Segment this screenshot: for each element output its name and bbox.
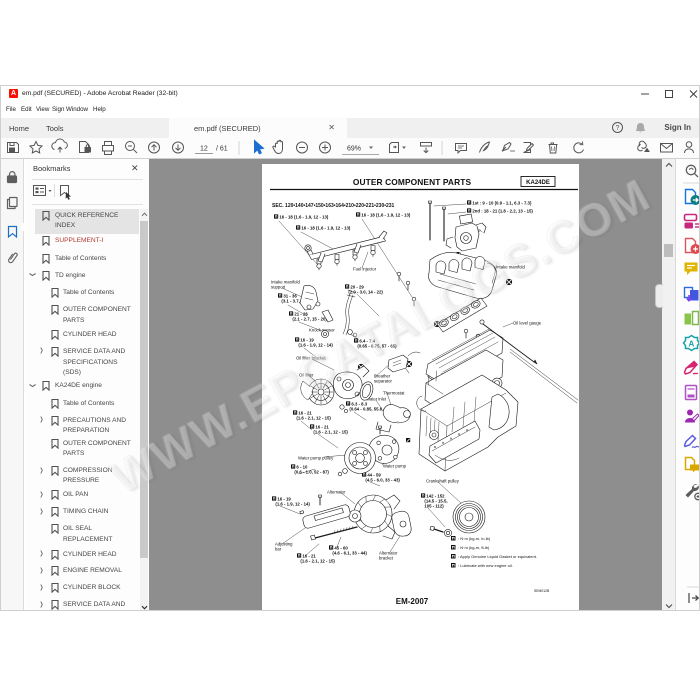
- svg-text:(2.1 - 2.7, 15 - 20): (2.1 - 2.7, 15 - 20): [292, 317, 327, 322]
- svg-text:separator: separator: [374, 378, 393, 383]
- svg-text:Alternator: Alternator: [327, 489, 346, 494]
- svg-text:KA24DE: KA24DE: [526, 180, 550, 186]
- svg-text:Fuel injector: Fuel injector: [353, 266, 377, 271]
- svg-text:Oil level gauge: Oil level gauge: [513, 320, 542, 325]
- svg-text:OUTER COMPONENT PARTS: OUTER COMPONENT PARTS: [353, 177, 472, 187]
- svg-text:(1.6 - 2.1, 12 - 15): (1.6 - 2.1, 12 - 15): [300, 559, 335, 564]
- svg-text:: Apply Genuine Liquid Gasket: : Apply Genuine Liquid Gasket or equival…: [458, 554, 537, 559]
- svg-text:SEM012B: SEM012B: [534, 589, 550, 593]
- svg-text:(4.6 - 6.1, 33 - 44): (4.6 - 6.1, 33 - 44): [332, 551, 367, 556]
- svg-text:(1.6 - 2.1, 12 - 15): (1.6 - 2.1, 12 - 15): [313, 430, 348, 435]
- svg-text:A: A: [689, 340, 695, 349]
- svg-text:(1.6 - 2.1, 12 - 15): (1.6 - 2.1, 12 - 15): [296, 416, 331, 421]
- svg-text:69%: 69%: [347, 146, 361, 153]
- svg-text:SEC. 120•140•147•150•163•164•2: SEC. 120•140•147•150•163•164•210•220•221…: [272, 203, 395, 209]
- svg-text:16 - 18 (1.6 - 1.9, 12 - 13): 16 - 18 (1.6 - 1.9, 12 - 13): [279, 215, 329, 220]
- svg-text:: Lubricate with new engine oi: : Lubricate with new engine oil.: [458, 563, 513, 568]
- svg-text:Water pump pulley: Water pump pulley: [298, 455, 334, 460]
- svg-text:bracket: bracket: [379, 555, 394, 560]
- svg-text:Crankshaft pulley: Crankshaft pulley: [426, 478, 460, 483]
- svg-text:/ 61: / 61: [216, 146, 228, 153]
- svg-text:1st : 9 - 10 (0.9 - 1.1, 6.3 -: 1st : 9 - 10 (0.9 - 1.1, 6.3 - 7.3): [472, 201, 532, 206]
- svg-text:(4.5 - 6.0, 33 - 43): (4.5 - 6.0, 33 - 43): [365, 478, 400, 483]
- svg-text:Water pump: Water pump: [383, 463, 407, 468]
- svg-text:EM-2007: EM-2007: [396, 597, 429, 606]
- svg-text:12: 12: [200, 146, 208, 153]
- svg-text:: N·m (kg-m, ft-lb): : N·m (kg-m, ft-lb): [458, 545, 490, 550]
- svg-text:16 - 18 (1.6 - 1.9, 12 - 13): 16 - 18 (1.6 - 1.9, 12 - 13): [361, 213, 411, 218]
- svg-text:16 - 18 (1.6 - 1.9, 12 - 13): 16 - 18 (1.6 - 1.9, 12 - 13): [301, 226, 351, 231]
- svg-text:bar: bar: [275, 546, 282, 551]
- svg-text:Thermostat: Thermostat: [383, 390, 405, 395]
- svg-text:105 - 112): 105 - 112): [424, 504, 444, 509]
- svg-text:: N·m (kg-m, in-lb): : N·m (kg-m, in-lb): [458, 536, 491, 541]
- svg-text:2nd : 18 - 21 (1.8 - 2.2, 13 -: 2nd : 18 - 21 (1.8 - 2.2, 13 - 15): [472, 209, 533, 214]
- svg-text:(1.6 - 1.9, 12 - 14): (1.6 - 1.9, 12 - 14): [275, 502, 310, 507]
